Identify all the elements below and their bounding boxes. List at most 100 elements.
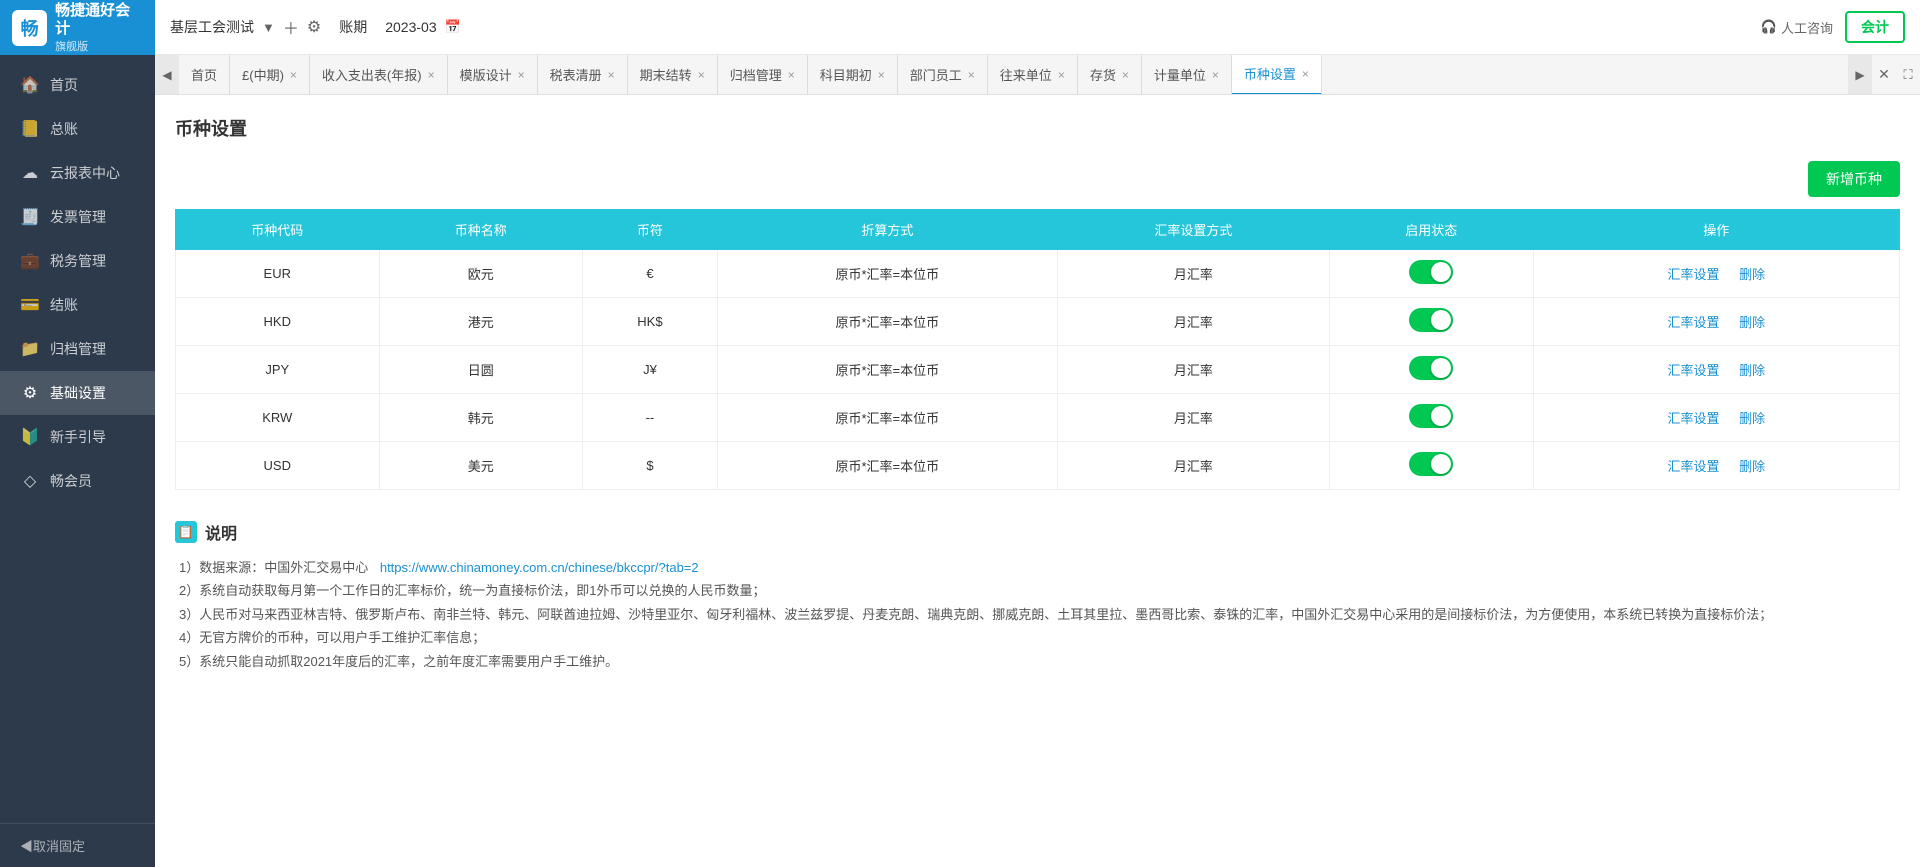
- tab-close-period-end[interactable]: ×: [698, 68, 705, 82]
- sidebar-nav: 🏠 首页 📒 总账 ☁ 云报表中心 🧾 发票管理 💼 税务管理 💳 结账 📁 归…: [0, 55, 155, 823]
- notes-item: 5）系统只能自动抓取2021年度后的汇率，之前年度汇率需要用户手工维护。: [175, 650, 1900, 673]
- tab-archive[interactable]: 归档管理 ×: [718, 55, 808, 95]
- rate-setting-link-EUR[interactable]: 汇率设置: [1667, 267, 1719, 282]
- tab-close-units2[interactable]: ×: [1212, 68, 1219, 82]
- toggle-KRW[interactable]: [1409, 404, 1453, 428]
- header-right: 🎧 人工咨询 会计: [1761, 11, 1905, 43]
- tab-template[interactable]: 模版设计 ×: [448, 55, 538, 95]
- tab-units[interactable]: 往来单位 ×: [988, 55, 1078, 95]
- new-currency-button[interactable]: 新增币种: [1808, 161, 1900, 197]
- sidebar-item-guide[interactable]: 🔰 新手引导: [0, 415, 155, 459]
- invoice-icon: 🧾: [20, 207, 40, 227]
- notes-list: 1）数据来源：中国外汇交易中心 https://www.chinamoney.c…: [175, 556, 1900, 673]
- logo-text: 畅捷通好会计 旗舰版: [55, 2, 143, 54]
- sidebar-footer-cancel[interactable]: ◀取消固定: [0, 823, 155, 867]
- expand-icon[interactable]: ⛶: [1896, 55, 1920, 95]
- enabled-status: [1330, 394, 1534, 442]
- delete-link-EUR[interactable]: 删除: [1739, 267, 1765, 282]
- header-settings-icon[interactable]: ⚙: [307, 17, 321, 37]
- tab-nav-right[interactable]: ▶: [1848, 55, 1872, 95]
- sidebar-item-home[interactable]: 🏠 首页: [0, 63, 155, 107]
- add-tab-button[interactable]: ＋: [283, 15, 299, 39]
- tab-label-inventory: 存货: [1090, 65, 1116, 84]
- tab-close-inventory[interactable]: ×: [1122, 68, 1129, 82]
- tab-currency[interactable]: 币种设置 ×: [1232, 55, 1322, 95]
- enabled-status: [1330, 346, 1534, 394]
- tab-close-tax[interactable]: ×: [608, 68, 615, 82]
- tab-tax[interactable]: 税表清册 ×: [538, 55, 628, 95]
- actions-cell: 汇率设置 删除: [1533, 298, 1899, 346]
- currency-name: 美元: [379, 442, 583, 490]
- delete-link-KRW[interactable]: 删除: [1739, 411, 1765, 426]
- tab-close-template[interactable]: ×: [518, 68, 525, 82]
- account-button[interactable]: 会计: [1845, 11, 1905, 43]
- close-all-tabs-button[interactable]: ✕: [1872, 55, 1896, 95]
- tab-units2[interactable]: 计量单位 ×: [1142, 55, 1232, 95]
- rate-type: 月汇率: [1057, 250, 1329, 298]
- toggle-JPY[interactable]: [1409, 356, 1453, 380]
- archive-label: 归档管理: [50, 339, 106, 359]
- content-area: 币种设置 新增币种 币种代码币种名称币符折算方式汇率设置方式启用状态操作 EUR…: [155, 95, 1920, 867]
- currency-symbol: --: [583, 394, 718, 442]
- currency-code: HKD: [176, 298, 380, 346]
- rate-type: 月汇率: [1057, 394, 1329, 442]
- delete-link-USD[interactable]: 删除: [1739, 459, 1765, 474]
- company-dropdown-icon[interactable]: ▼: [262, 20, 275, 35]
- currency-name: 日圆: [379, 346, 583, 394]
- headset-icon: 🎧: [1761, 19, 1777, 35]
- rate-type: 月汇率: [1057, 442, 1329, 490]
- rate-setting-link-USD[interactable]: 汇率设置: [1667, 459, 1719, 474]
- sidebar-item-checkout[interactable]: 💳 结账: [0, 283, 155, 327]
- sidebar-item-settings[interactable]: ⚙ 基础设置: [0, 371, 155, 415]
- tab-close-units[interactable]: ×: [1058, 68, 1065, 82]
- actions-cell: 汇率设置 删除: [1533, 250, 1899, 298]
- tab-close-currency[interactable]: ×: [1302, 67, 1309, 81]
- col-header: 币符: [583, 210, 718, 250]
- tab-close-subjects[interactable]: ×: [878, 68, 885, 82]
- currency-name: 港元: [379, 298, 583, 346]
- enabled-status: [1330, 250, 1534, 298]
- sidebar-item-reports[interactable]: ☁ 云报表中心: [0, 151, 155, 195]
- tab-subjects[interactable]: 科目期初 ×: [808, 55, 898, 95]
- logo-icon: 畅: [12, 10, 47, 46]
- tab-close-income[interactable]: ×: [428, 68, 435, 82]
- tab-period-end[interactable]: 期末结转 ×: [628, 55, 718, 95]
- tab-dept[interactable]: 部门员工 ×: [898, 55, 988, 95]
- toggle-HKD[interactable]: [1409, 308, 1453, 332]
- tab-income[interactable]: 收入支出表(年报) ×: [310, 55, 448, 95]
- tab-nav-left[interactable]: ◀: [155, 55, 179, 95]
- tab-bar: ◀ 首页£(中期) ×收入支出表(年报) ×模版设计 ×税表清册 ×期末结转 ×…: [155, 55, 1920, 95]
- logo: 畅 畅捷通好会计 旗舰版: [0, 0, 155, 55]
- rate-setting-link-KRW[interactable]: 汇率设置: [1667, 411, 1719, 426]
- sidebar-item-invoice[interactable]: 🧾 发票管理: [0, 195, 155, 239]
- rate-setting-link-HKD[interactable]: 汇率设置: [1667, 315, 1719, 330]
- notes-link[interactable]: https://www.chinamoney.com.cn/chinese/bk…: [380, 560, 699, 575]
- tab-close-balance[interactable]: ×: [290, 68, 297, 82]
- service-button[interactable]: 🎧 人工咨询: [1761, 18, 1833, 37]
- actions-cell: 汇率设置 删除: [1533, 346, 1899, 394]
- home-label: 首页: [50, 75, 78, 95]
- toggle-EUR[interactable]: [1409, 260, 1453, 284]
- tab-label-template: 模版设计: [460, 65, 512, 84]
- tab-label-income: 收入支出表(年报): [322, 65, 422, 84]
- tab-close-dept[interactable]: ×: [968, 68, 975, 82]
- currency-name: 欧元: [379, 250, 583, 298]
- rate-setting-link-JPY[interactable]: 汇率设置: [1667, 363, 1719, 378]
- sidebar-item-archive[interactable]: 📁 归档管理: [0, 327, 155, 371]
- tab-inventory[interactable]: 存货 ×: [1078, 55, 1142, 95]
- currency-table: 币种代码币种名称币符折算方式汇率设置方式启用状态操作 EUR 欧元 € 原币*汇…: [175, 209, 1900, 490]
- sidebar-item-tax[interactable]: 💼 税务管理: [0, 239, 155, 283]
- tab-home[interactable]: 首页: [179, 55, 230, 95]
- currency-symbol: HK$: [583, 298, 718, 346]
- tab-balance[interactable]: £(中期) ×: [230, 55, 310, 95]
- currency-name: 韩元: [379, 394, 583, 442]
- calendar-icon[interactable]: 📅: [445, 19, 461, 35]
- delete-link-HKD[interactable]: 删除: [1739, 315, 1765, 330]
- sidebar-item-member[interactable]: ◇ 畅会员: [0, 459, 155, 503]
- top-header: 基层工会测试 ▼ ＋ ⚙ 账期 2023-03 📅 🎧 人工咨询 会计: [155, 0, 1920, 55]
- toggle-USD[interactable]: [1409, 452, 1453, 476]
- delete-link-JPY[interactable]: 删除: [1739, 363, 1765, 378]
- sidebar-item-ledger[interactable]: 📒 总账: [0, 107, 155, 151]
- tab-close-archive[interactable]: ×: [788, 68, 795, 82]
- conversion-method: 原币*汇率=本位币: [717, 442, 1057, 490]
